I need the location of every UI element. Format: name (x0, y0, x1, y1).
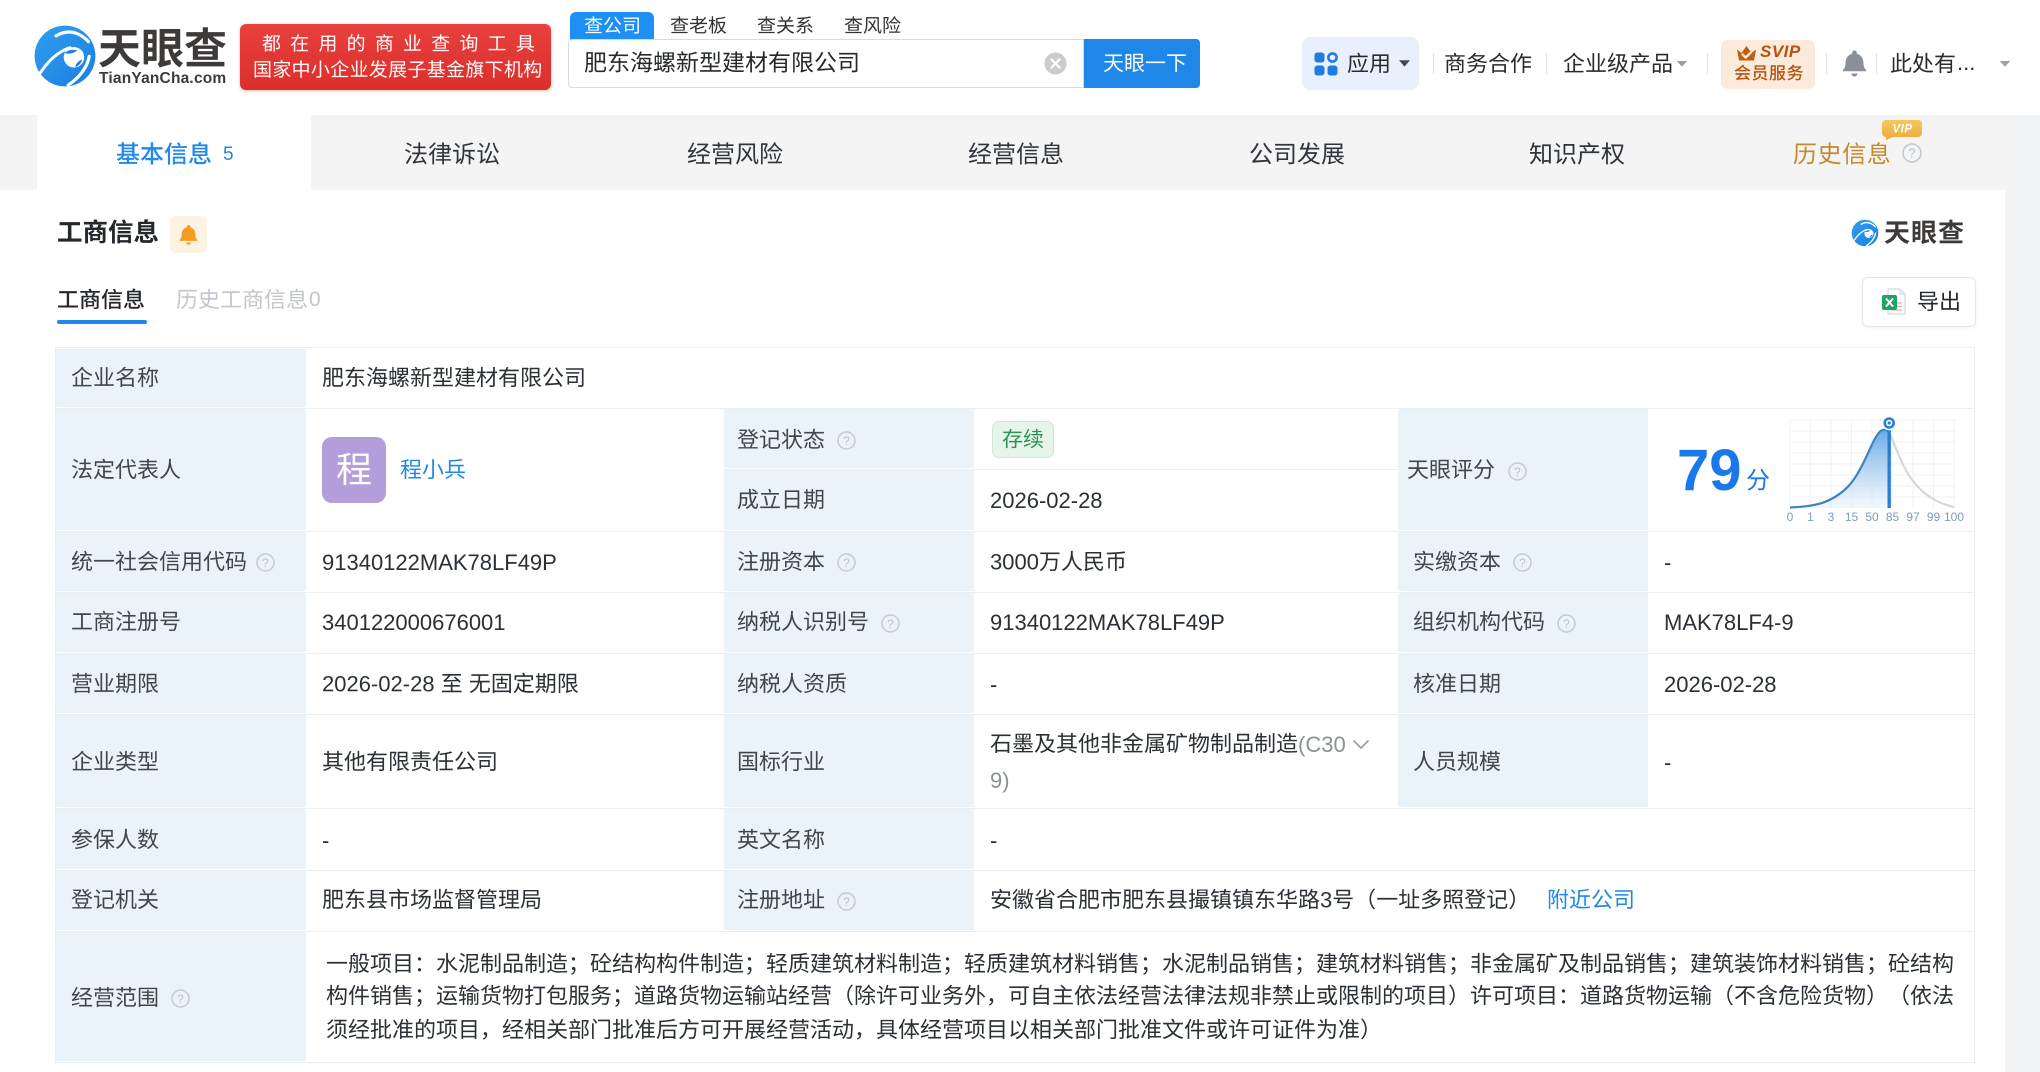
svg-text:?: ? (1909, 146, 1916, 160)
svg-text:?: ? (177, 992, 184, 1006)
svg-text:?: ? (1514, 465, 1521, 479)
svg-text:?: ? (843, 434, 850, 448)
svg-text:VIP: VIP (1892, 124, 1912, 136)
svg-text:?: ? (262, 556, 269, 570)
svg-text:?: ? (843, 556, 850, 570)
svg-text:?: ? (1519, 556, 1526, 570)
svg-text:?: ? (1563, 617, 1570, 631)
svg-text:?: ? (887, 617, 894, 631)
svg-text:?: ? (843, 895, 850, 909)
